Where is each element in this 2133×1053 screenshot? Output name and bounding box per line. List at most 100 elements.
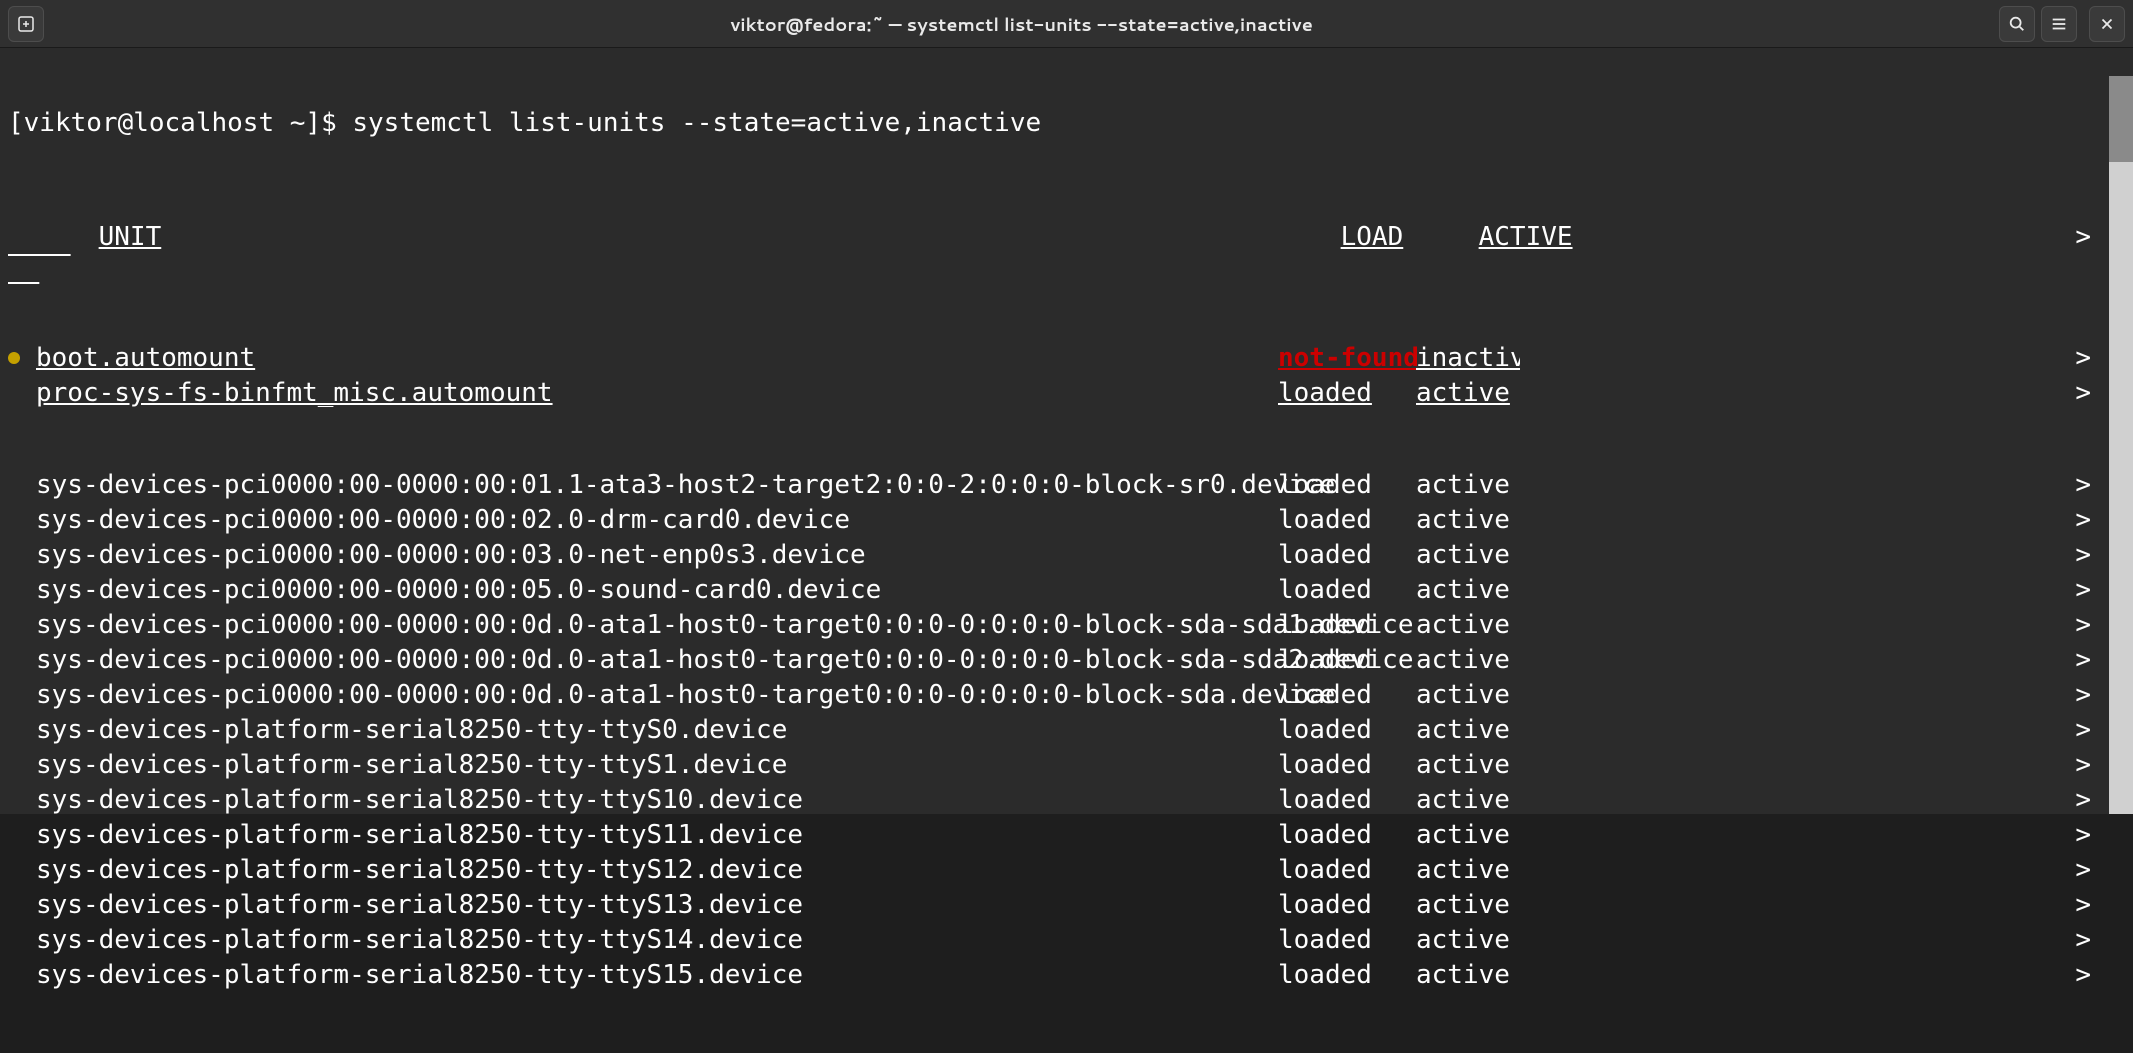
caret: > — [2075, 821, 2091, 850]
load-cell: loaded — [1278, 379, 1416, 408]
active-cell: active — [1416, 891, 1520, 920]
active-cell: active — [1416, 379, 1520, 408]
unit-cell: boot.automount — [36, 344, 1278, 373]
unit-cell: sys-devices-pci0000:00-0000:00:0d.0-ata1… — [36, 646, 1278, 675]
search-icon — [2008, 15, 2026, 33]
unit-cell: sys-devices-platform-serial8250-tty-ttyS… — [36, 716, 1278, 745]
scrollbar-track — [2109, 76, 2133, 814]
table-row: sys-devices-pci0000:00-0000:00:01.1-ata3… — [8, 471, 2125, 506]
caret: > — [2075, 541, 2091, 570]
table-row: sys-devices-platform-serial8250-tty-ttyS… — [8, 786, 2125, 821]
active-cell: active — [1416, 506, 1520, 535]
active-cell: active — [1416, 611, 1520, 640]
table-row: boot.automountnot-foundinactive > — [8, 344, 2125, 379]
header-row: UNITLOADACTIVE > — [8, 195, 2125, 287]
unit-cell: sys-devices-pci0000:00-0000:00:03.0-net-… — [36, 541, 1278, 570]
active-cell: active — [1416, 646, 1520, 675]
caret: > — [2075, 856, 2091, 885]
caret: > — [2075, 576, 2091, 605]
table-row: sys-devices-platform-serial8250-tty-ttyS… — [8, 961, 2125, 996]
close-icon — [2098, 15, 2116, 33]
caret: > — [2075, 344, 2091, 373]
load-cell: loaded — [1278, 716, 1416, 745]
unit-cell: sys-devices-platform-serial8250-tty-ttyS… — [36, 961, 1278, 990]
close-button[interactable] — [2089, 6, 2125, 42]
search-button[interactable] — [1999, 6, 2035, 42]
table-row: sys-devices-pci0000:00-0000:00:0d.0-ata1… — [8, 681, 2125, 716]
titlebar-left — [8, 6, 44, 42]
load-cell: loaded — [1278, 751, 1416, 780]
active-cell: inactive — [1416, 344, 1520, 373]
unit-cell: proc-sys-fs-binfmt_misc.automount — [36, 379, 1278, 408]
table-row: sys-devices-pci0000:00-0000:00:03.0-net-… — [8, 541, 2125, 576]
table-row: sys-devices-pci0000:00-0000:00:0d.0-ata1… — [8, 646, 2125, 681]
menu-button[interactable] — [2041, 6, 2077, 42]
header-active: ACTIVE — [1479, 223, 1583, 252]
table-row: sys-devices-platform-serial8250-tty-ttyS… — [8, 716, 2125, 751]
load-cell: loaded — [1278, 471, 1416, 500]
load-cell: loaded — [1278, 821, 1416, 850]
table-row: sys-devices-platform-serial8250-tty-ttyS… — [8, 821, 2125, 856]
caret: > — [2075, 961, 2091, 990]
status-bullet-icon — [8, 352, 20, 364]
prompt-line: [viktor@localhost ~]$ systemctl list-uni… — [8, 109, 2125, 138]
table-row: sys-devices-platform-serial8250-tty-ttyS… — [8, 926, 2125, 961]
load-cell: loaded — [1278, 541, 1416, 570]
active-cell: active — [1416, 576, 1520, 605]
active-cell: active — [1416, 681, 1520, 710]
caret: > — [2075, 751, 2091, 780]
load-cell: loaded — [1278, 891, 1416, 920]
caret: > — [2075, 646, 2091, 675]
caret: > — [2075, 379, 2091, 408]
unit-cell: sys-devices-pci0000:00-0000:00:0d.0-ata1… — [36, 611, 1278, 640]
caret: > — [2075, 506, 2091, 535]
active-cell: active — [1416, 821, 1520, 850]
active-cell: active — [1416, 926, 1520, 955]
unit-cell: sys-devices-platform-serial8250-tty-ttyS… — [36, 891, 1278, 920]
header-load: LOAD — [1341, 223, 1479, 252]
caret: > — [2075, 223, 2091, 252]
load-cell: loaded — [1278, 646, 1416, 675]
load-cell: not-found — [1278, 344, 1416, 373]
table-row: proc-sys-fs-binfmt_misc.automountloadeda… — [8, 379, 2125, 414]
active-cell: active — [1416, 471, 1520, 500]
body-rows: sys-devices-pci0000:00-0000:00:01.1-ata3… — [8, 471, 2125, 996]
caret: > — [2075, 891, 2091, 920]
load-cell: loaded — [1278, 576, 1416, 605]
scrollbar[interactable] — [2109, 48, 2133, 814]
load-cell: loaded — [1278, 961, 1416, 990]
scrollbar-thumb[interactable] — [2109, 76, 2133, 162]
unit-cell: sys-devices-platform-serial8250-tty-ttyS… — [36, 751, 1278, 780]
table-row: sys-devices-platform-serial8250-tty-ttyS… — [8, 856, 2125, 891]
unit-cell: sys-devices-pci0000:00-0000:00:01.1-ata3… — [36, 471, 1278, 500]
unit-cell: sys-devices-pci0000:00-0000:00:02.0-drm-… — [36, 506, 1278, 535]
load-cell: loaded — [1278, 611, 1416, 640]
caret: > — [2075, 611, 2091, 640]
unit-cell: sys-devices-platform-serial8250-tty-ttyS… — [36, 786, 1278, 815]
active-cell: active — [1416, 786, 1520, 815]
titlebar: viktor@fedora:~ — systemctl list-units -… — [0, 0, 2133, 48]
load-cell: loaded — [1278, 681, 1416, 710]
load-cell: loaded — [1278, 506, 1416, 535]
load-cell: loaded — [1278, 786, 1416, 815]
unit-cell: sys-devices-pci0000:00-0000:00:05.0-soun… — [36, 576, 1278, 605]
unit-cell: sys-devices-platform-serial8250-tty-ttyS… — [36, 821, 1278, 850]
active-cell: active — [1416, 751, 1520, 780]
caret: > — [2075, 471, 2091, 500]
new-tab-button[interactable] — [8, 6, 44, 42]
active-cell: active — [1416, 541, 1520, 570]
table-row: sys-devices-platform-serial8250-tty-ttyS… — [8, 751, 2125, 786]
caret: > — [2075, 786, 2091, 815]
caret: > — [2075, 716, 2091, 745]
terminal-output[interactable]: [viktor@localhost ~]$ systemctl list-uni… — [0, 48, 2133, 814]
unit-cell: sys-devices-platform-serial8250-tty-ttyS… — [36, 856, 1278, 885]
highlighted-rows: boot.automountnot-foundinactive>proc-sys… — [8, 344, 2125, 414]
active-cell: active — [1416, 856, 1520, 885]
header-unit: UNIT — [99, 223, 1341, 252]
table-row: sys-devices-pci0000:00-0000:00:0d.0-ata1… — [8, 611, 2125, 646]
new-tab-icon — [17, 15, 35, 33]
unit-cell: sys-devices-platform-serial8250-tty-ttyS… — [36, 926, 1278, 955]
table-row: sys-devices-pci0000:00-0000:00:02.0-drm-… — [8, 506, 2125, 541]
window-title: viktor@fedora:~ — systemctl list-units -… — [44, 11, 1999, 37]
titlebar-right — [1999, 6, 2125, 42]
